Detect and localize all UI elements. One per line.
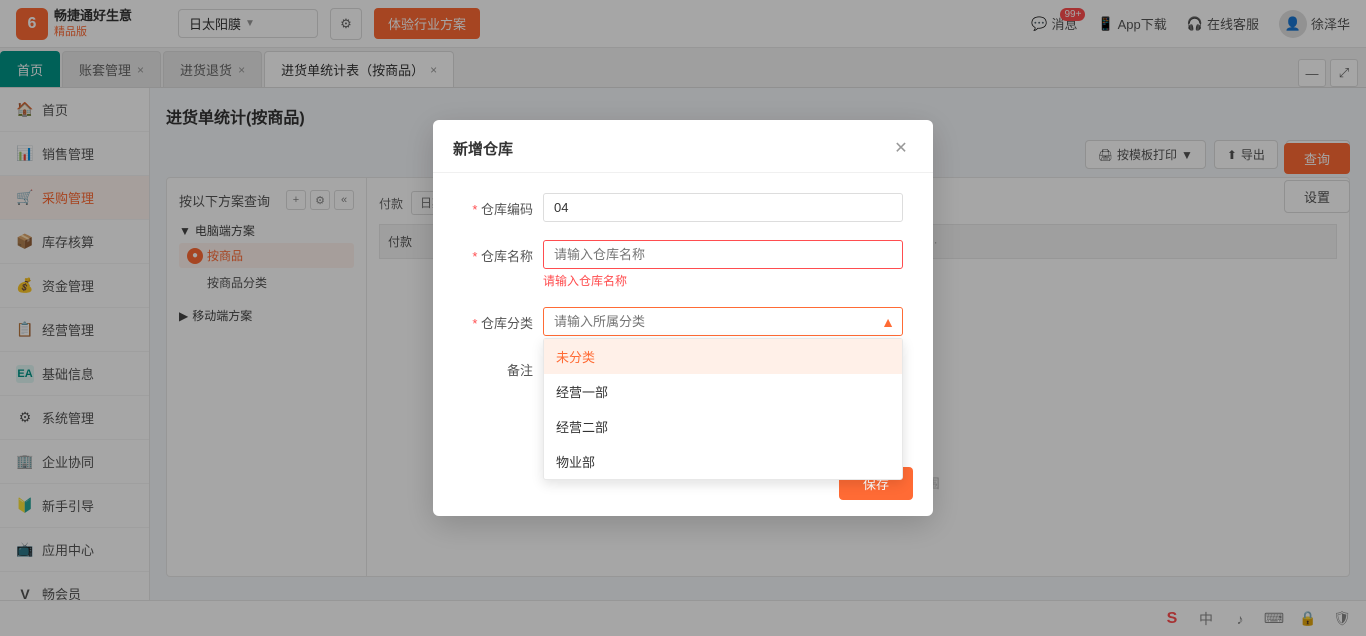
warehouse-code-control	[543, 193, 903, 222]
modal-close-button[interactable]: ✕	[889, 136, 913, 160]
warehouse-category-input[interactable]	[543, 307, 903, 336]
warehouse-code-input[interactable]	[543, 193, 903, 222]
dropdown-item-property[interactable]: 物业部	[544, 444, 902, 479]
remark-label: 备注	[463, 354, 533, 379]
dropdown-item-operations-2[interactable]: 经营二部	[544, 409, 902, 444]
dropdown-item-operations-1[interactable]: 经营一部	[544, 374, 902, 409]
category-arrow-up-icon[interactable]: ▲	[881, 314, 895, 330]
modal-body: 仓库编码 仓库名称 请输入仓库名称 仓库分类	[433, 173, 933, 455]
dropdown-item-uncategorized[interactable]: 未分类	[544, 339, 902, 374]
category-dropdown: 未分类 经营一部 经营二部 物业部	[543, 338, 903, 480]
warehouse-category-row: 仓库分类 ▲ 未分类 经营一部 经营二部 物业部	[463, 307, 903, 336]
warehouse-name-input[interactable]	[543, 240, 903, 269]
warehouse-code-row: 仓库编码	[463, 193, 903, 222]
warehouse-category-label: 仓库分类	[463, 307, 533, 332]
modal-header: 新增仓库 ✕	[433, 120, 933, 173]
warehouse-name-label: 仓库名称	[463, 240, 533, 265]
warehouse-name-error: 请输入仓库名称	[543, 272, 903, 289]
warehouse-code-label: 仓库编码	[463, 193, 533, 218]
warehouse-category-control: ▲ 未分类 经营一部 经营二部 物业部	[543, 307, 903, 336]
warehouse-name-control: 请输入仓库名称	[543, 240, 903, 289]
modal-title: 新增仓库	[453, 138, 513, 159]
modal-overlay: 新增仓库 ✕ 仓库编码 仓库名称 请输入仓库名称	[0, 0, 1366, 636]
category-input-wrapper: ▲	[543, 307, 903, 336]
add-warehouse-modal: 新增仓库 ✕ 仓库编码 仓库名称 请输入仓库名称	[433, 120, 933, 516]
warehouse-name-row: 仓库名称 请输入仓库名称	[463, 240, 903, 289]
